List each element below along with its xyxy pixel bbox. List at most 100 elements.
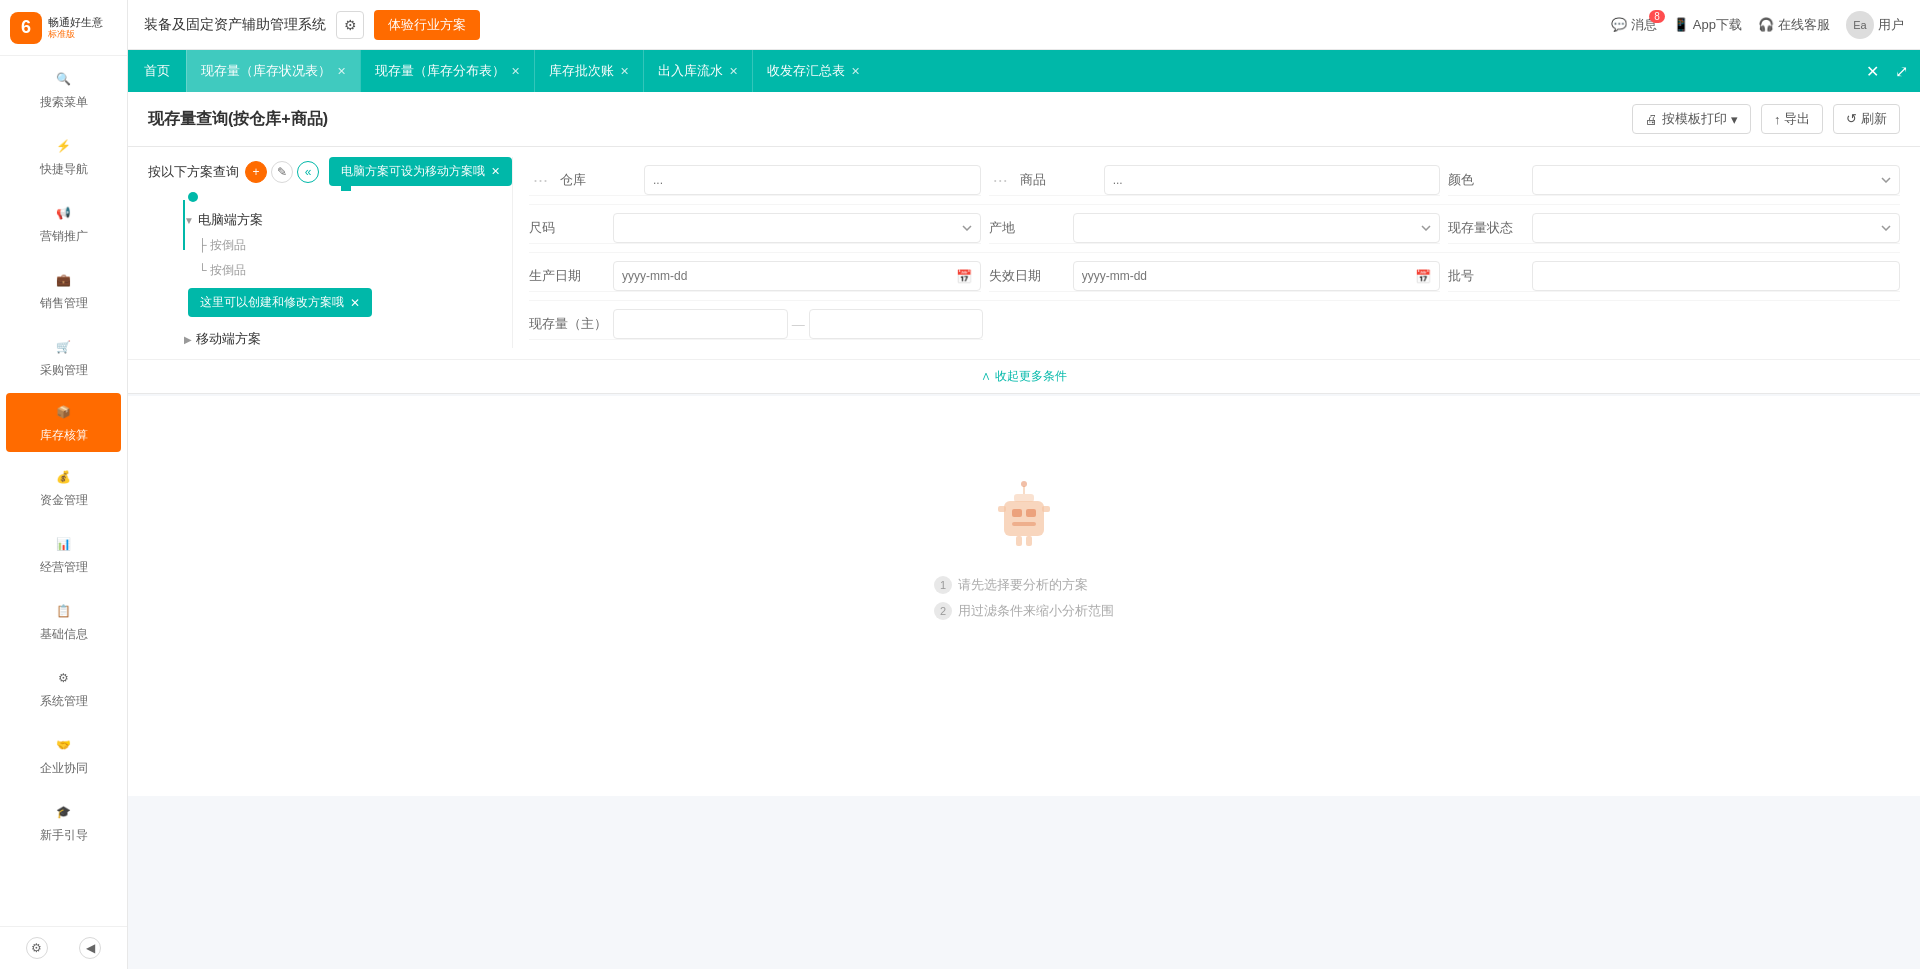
stock-main-max[interactable] xyxy=(809,309,984,339)
empty-tip-2-text: 用过滤条件来缩小分析范围 xyxy=(958,602,1114,620)
tab-expand-icon[interactable]: ⤢ xyxy=(1891,58,1912,85)
desktop-scheme-group[interactable]: ▼ 电脑端方案 xyxy=(178,208,492,232)
filter-panel: 按以下方案查询 + ✎ « 电脑方案可设为移动方案哦 ✕ xyxy=(128,147,1920,394)
online-service-btn[interactable]: 🎧 在线客服 xyxy=(1758,16,1830,34)
sales-icon: 💼 xyxy=(53,269,75,291)
sidebar-item-sales[interactable]: 💼 销售管理 xyxy=(0,257,127,324)
mobile-scheme-group[interactable]: ▶ 移动端方案 xyxy=(178,327,492,351)
tree-item-2[interactable]: └ 按倒品 xyxy=(178,259,492,282)
tab-batch-account[interactable]: 库存批次账 ✕ xyxy=(534,50,643,92)
edit-tooltip-text: 这里可以创建和修改方案哦 xyxy=(200,294,344,311)
color-select[interactable] xyxy=(1532,165,1900,195)
basic-icon: 📋 xyxy=(53,600,75,622)
scheme-tooltip-close[interactable]: ✕ xyxy=(491,165,500,178)
stock-main-min[interactable] xyxy=(613,309,788,339)
edit-tooltip-close[interactable]: ✕ xyxy=(350,296,360,310)
warehouse-input[interactable] xyxy=(644,165,981,195)
user-info[interactable]: Ea 用户 xyxy=(1846,11,1904,39)
sidebar-item-system[interactable]: ⚙ 系统管理 xyxy=(0,655,127,722)
sidebar-settings-btn[interactable]: ⚙ xyxy=(26,937,48,959)
sidebar-item-search-label: 搜索菜单 xyxy=(40,94,88,111)
edit-scheme-btn[interactable]: ✎ xyxy=(271,161,293,183)
enterprise-icon: 🤝 xyxy=(53,734,75,756)
tab-close-collection-summary[interactable]: ✕ xyxy=(851,65,860,78)
collapse-bar[interactable]: ∧ 收起更多条件 xyxy=(128,359,1920,393)
sidebar-item-basic[interactable]: 📋 基础信息 xyxy=(0,588,127,655)
sidebar-item-quicknav[interactable]: ⚡ 快捷导航 xyxy=(0,123,127,190)
tree-item-1[interactable]: ├ 按倒品 xyxy=(178,234,492,257)
tab-close-batch-account[interactable]: ✕ xyxy=(620,65,629,78)
refresh-btn[interactable]: ↺ 刷新 xyxy=(1833,104,1900,134)
origin-select[interactable] xyxy=(1073,213,1441,243)
avatar-initials: Ea xyxy=(1853,19,1866,31)
system-title: 装备及固定资产辅助管理系统 xyxy=(144,16,326,34)
svg-rect-3 xyxy=(1012,522,1036,526)
expiry-date-cal-icon[interactable]: 📅 xyxy=(1415,269,1431,284)
refresh-icon: ↺ xyxy=(1846,111,1857,126)
filter-query-label: 按以下方案查询 xyxy=(148,163,239,181)
tab-collection-summary[interactable]: 收发存汇总表 ✕ xyxy=(752,50,874,92)
scheme-tooltip-text: 电脑方案可设为移动方案哦 xyxy=(341,163,485,180)
sidebar-footer: ⚙ ◀ xyxy=(0,926,127,969)
size-label: 尺码 xyxy=(529,219,609,237)
sidebar-item-quicknav-label: 快捷导航 xyxy=(40,161,88,178)
search-menu-icon: 🔍 xyxy=(53,68,75,90)
stock-status-select[interactable] xyxy=(1532,213,1900,243)
tree-item-1-label: ├ 按倒品 xyxy=(198,237,246,254)
goods-input[interactable] xyxy=(1104,165,1441,195)
add-scheme-btn[interactable]: + xyxy=(245,161,267,183)
online-service-label: 在线客服 xyxy=(1778,16,1830,34)
tab-home[interactable]: 首页 xyxy=(128,50,186,92)
empty-tip-1-text: 请先选择要分析的方案 xyxy=(958,576,1088,594)
sidebar-item-finance[interactable]: 💰 资金管理 xyxy=(0,454,127,521)
origin-label: 产地 xyxy=(989,219,1069,237)
notification-btn[interactable]: 💬 消息 8 xyxy=(1611,16,1657,34)
size-select[interactable] xyxy=(613,213,981,243)
export-btn[interactable]: ↑ 导出 xyxy=(1761,104,1824,134)
color-label: 颜色 xyxy=(1448,171,1528,189)
system-settings-btn[interactable]: ⚙ xyxy=(336,11,364,39)
svg-rect-0 xyxy=(1004,501,1044,536)
tab-close-inout-flow[interactable]: ✕ xyxy=(729,65,738,78)
sidebar-item-sales-label: 销售管理 xyxy=(40,295,88,312)
empty-tip-2: 2 用过滤条件来缩小分析范围 xyxy=(934,602,1114,620)
sidebar-item-marketing[interactable]: 📢 营销推广 xyxy=(0,190,127,257)
svg-rect-8 xyxy=(1014,494,1034,502)
header-left: 装备及固定资产辅助管理系统 ⚙ 体验行业方案 xyxy=(144,10,480,40)
sidebar-item-inventory[interactable]: 📦 库存核算 xyxy=(6,393,121,452)
print-btn[interactable]: 🖨 按模板打印 ▾ xyxy=(1632,104,1751,134)
page-actions: 🖨 按模板打印 ▾ ↑ 导出 ↺ 刷新 xyxy=(1632,104,1900,134)
user-label: 用户 xyxy=(1878,16,1904,34)
tab-inventory-status[interactable]: 现存量（库存状况表） ✕ xyxy=(186,50,360,92)
tab-inventory-dist[interactable]: 现存量（库存分布表） ✕ xyxy=(360,50,534,92)
stock-main-label: 现存量（主） xyxy=(529,315,609,333)
prev-scheme-btn[interactable]: « xyxy=(297,161,319,183)
sidebar-item-finance-label: 资金管理 xyxy=(40,492,88,509)
filter-header: 按以下方案查询 + ✎ « 电脑方案可设为移动方案哦 ✕ xyxy=(148,157,512,192)
tab-close-all-icon[interactable]: ✕ xyxy=(1862,58,1883,85)
production-date-input[interactable] xyxy=(622,269,956,283)
sidebar-item-enterprise[interactable]: 🤝 企业协同 xyxy=(0,722,127,789)
tab-close-inventory-dist[interactable]: ✕ xyxy=(511,65,520,78)
print-label: 按模板打印 xyxy=(1662,110,1727,128)
expiry-date-input[interactable] xyxy=(1082,269,1416,283)
tree-item-2-label: └ 按倒品 xyxy=(198,262,246,279)
app-download-btn[interactable]: 📱 App下载 xyxy=(1673,16,1742,34)
sidebar-item-purchase[interactable]: 🛒 采购管理 xyxy=(0,324,127,391)
tab-inout-flow[interactable]: 出入库流水 ✕ xyxy=(643,50,752,92)
industry-btn[interactable]: 体验行业方案 xyxy=(374,10,480,40)
production-date-label: 生产日期 xyxy=(529,267,609,285)
sidebar-collapse-btn[interactable]: ◀ xyxy=(79,937,101,959)
page-header: 现存量查询(按仓库+商品) 🖨 按模板打印 ▾ ↑ 导出 ↺ 刷新 xyxy=(128,92,1920,147)
sidebar-item-inventory-label: 库存核算 xyxy=(40,427,88,444)
batch-no-input[interactable] xyxy=(1532,261,1900,291)
sidebar-item-search[interactable]: 🔍 搜索菜单 xyxy=(0,56,127,123)
filter-expiry-date: 失效日期 📅 xyxy=(989,261,1441,292)
sidebar-item-management[interactable]: 📊 经营管理 xyxy=(0,521,127,588)
production-date-cal-icon[interactable]: 📅 xyxy=(956,269,972,284)
svg-rect-2 xyxy=(1026,509,1036,517)
sidebar-item-guide[interactable]: 🎓 新手引导 xyxy=(0,789,127,856)
tab-close-inventory-status[interactable]: ✕ xyxy=(337,65,346,78)
sidebar-item-purchase-label: 采购管理 xyxy=(40,362,88,379)
inventory-icon: 📦 xyxy=(53,401,75,423)
